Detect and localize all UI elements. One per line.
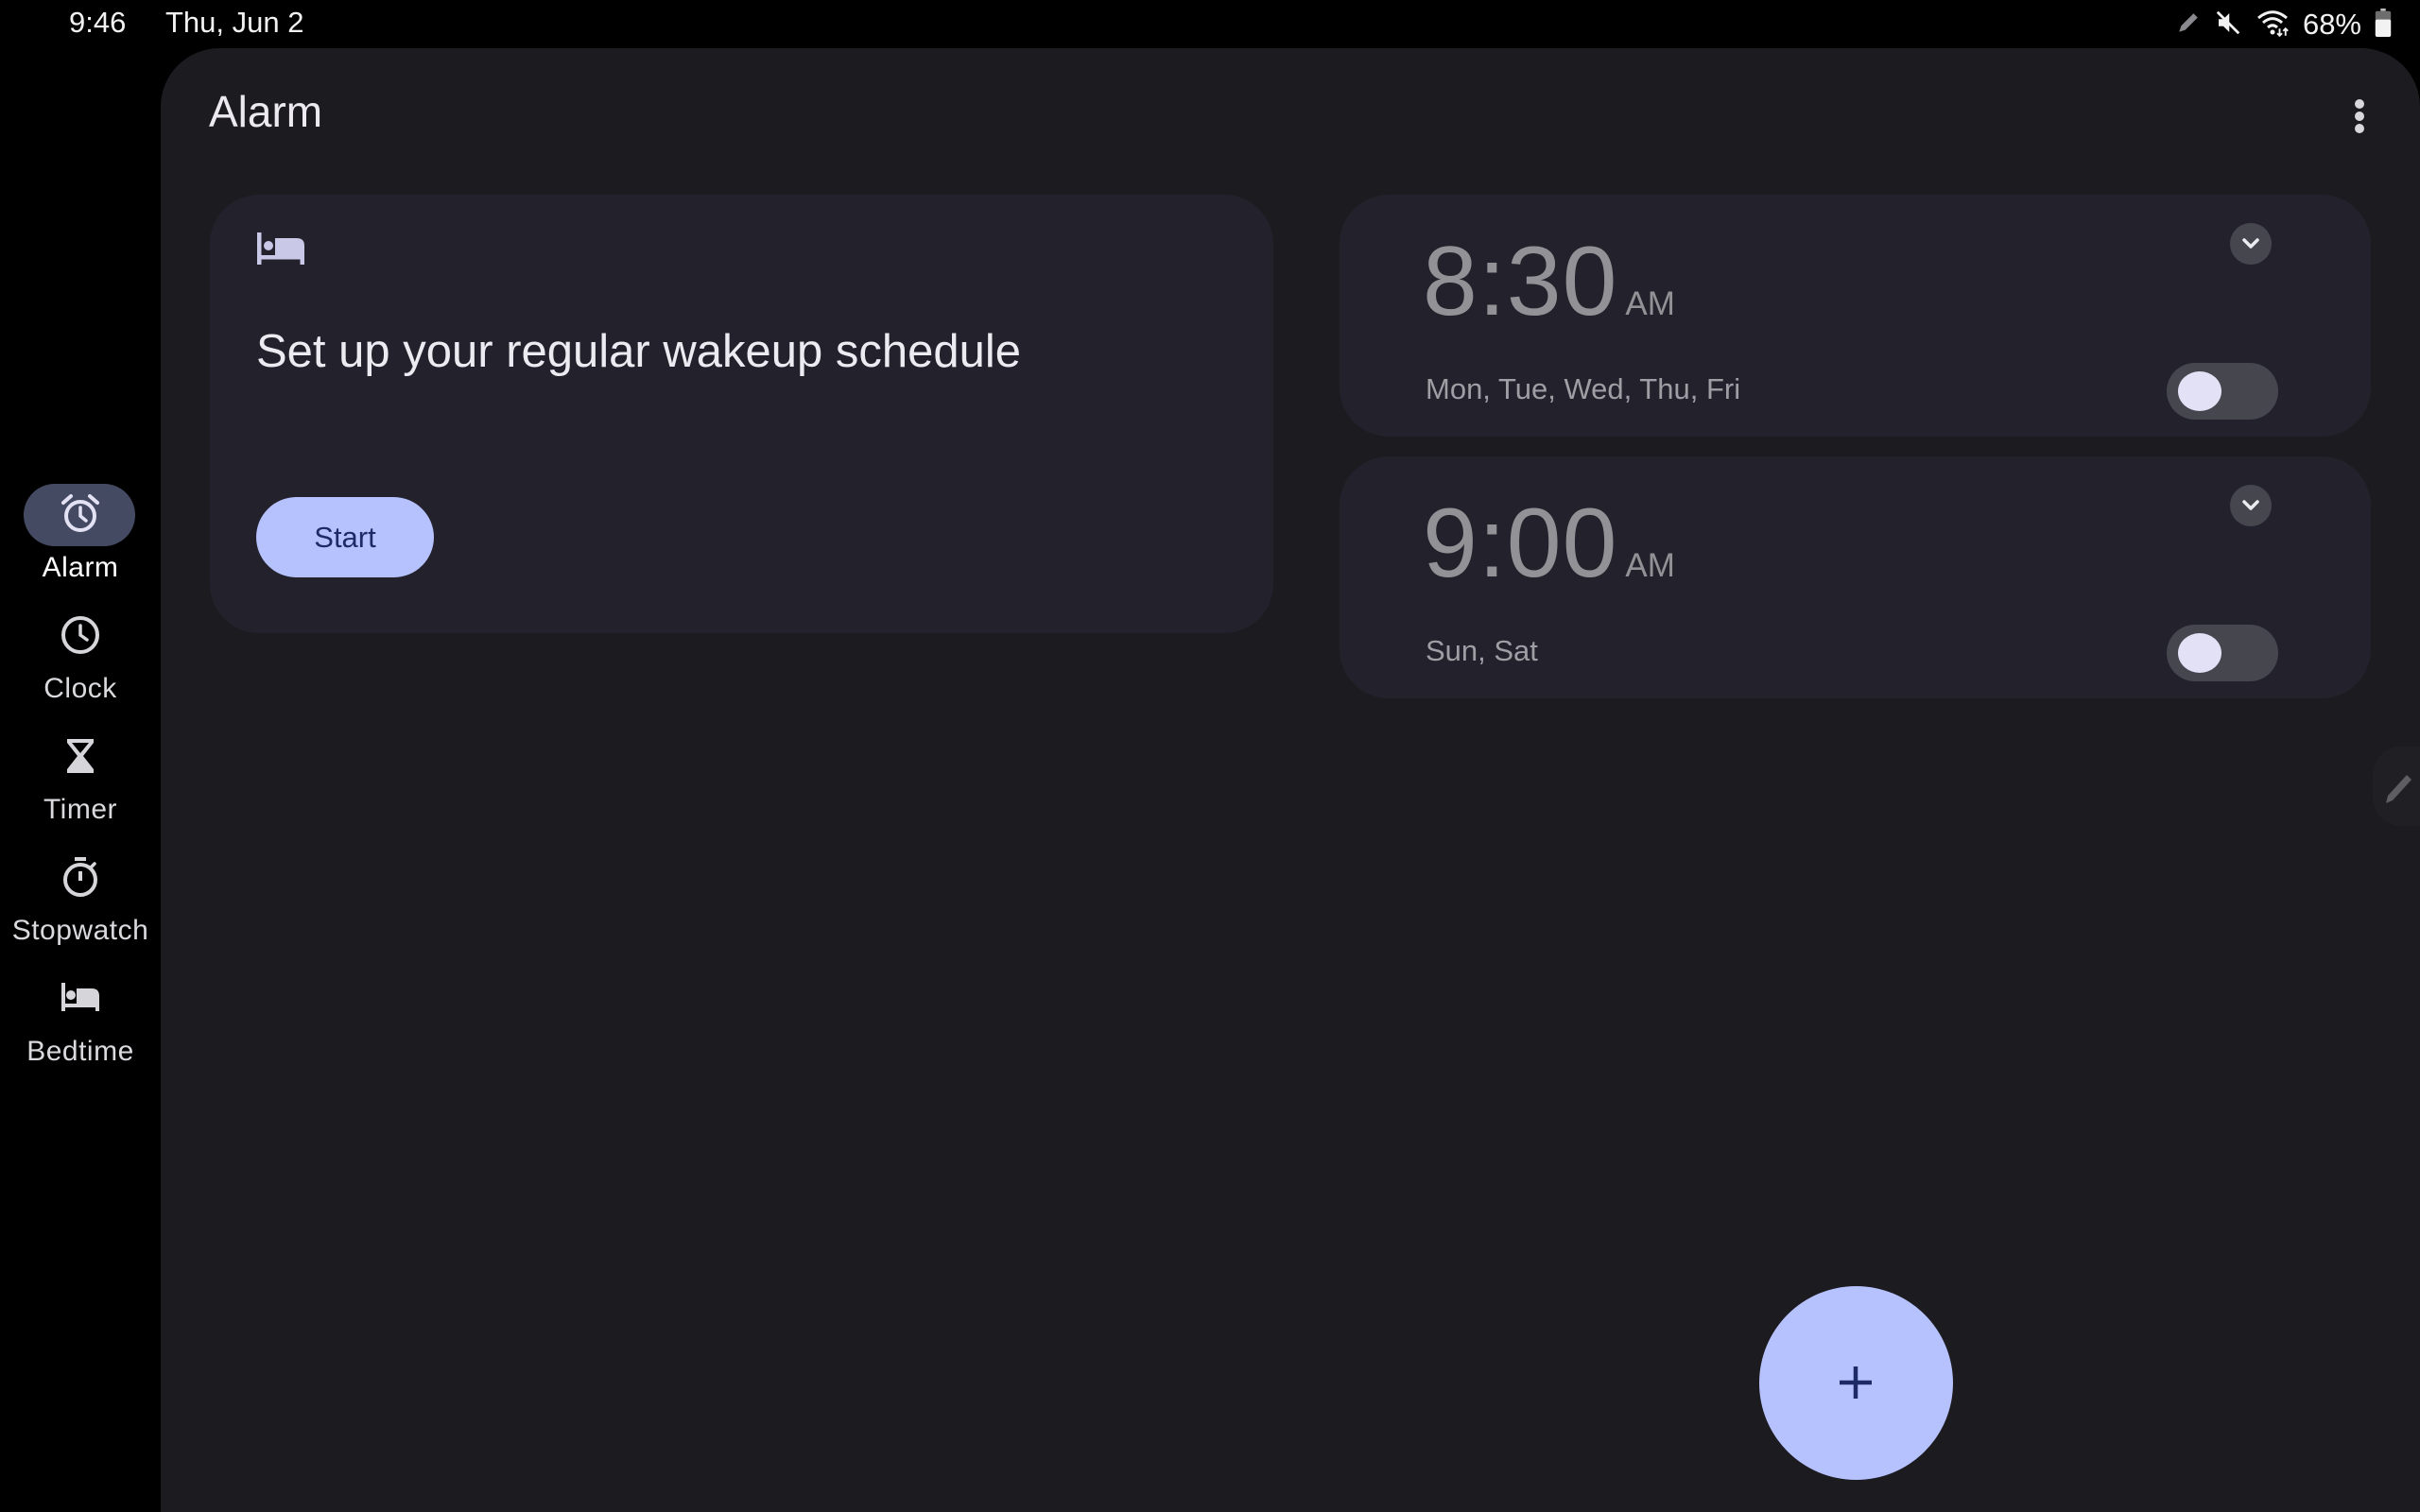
status-bar: 9:46 Thu, Jun 2 68% [0,0,2420,48]
toggle-thumb [2178,633,2221,673]
alarm-time-value: 9:00 [1423,489,1618,598]
alarm-period: AM [1625,547,1675,584]
alarm-clock-icon [61,494,99,532]
alarm-period: AM [1625,285,1675,322]
pen-icon [2386,775,2411,803]
alarm-time[interactable]: 9:00 AM [1423,494,1675,593]
alarm-toggle[interactable] [2167,363,2278,420]
add-icon [1840,1366,1872,1399]
status-date: Thu, Jun 2 [165,6,304,39]
more-options-button[interactable] [2341,90,2378,143]
hourglass-icon [67,739,94,773]
main-panel: Alarm Set up your regular wakeup schedul… [161,48,2420,1512]
add-alarm-button[interactable] [1759,1286,1953,1480]
chevron-down-icon [2242,500,2259,510]
navigation-rail: Alarm Clock Timer Stopwatch Bedtime [0,48,161,1512]
alarm-card[interactable]: 8:30 AM Mon, Tue, Wed, Thu, Fri [1340,195,2371,437]
alarm-days: Sun, Sat [1426,634,1538,667]
nav-label: Clock [43,673,117,704]
nav-label: Stopwatch [11,915,149,946]
battery-icon [2375,8,2392,42]
bed-icon [61,983,99,1011]
nav-item-alarm[interactable]: Alarm [0,484,161,597]
more-vert-dot [2355,112,2364,121]
alarm-time[interactable]: 8:30 AM [1423,232,1675,331]
bedtime-setup-text: Set up your regular wakeup schedule [256,326,1022,377]
nav-label: Timer [43,794,118,825]
alarm-days: Mon, Tue, Wed, Thu, Fri [1426,372,1741,405]
clock-icon [61,616,99,654]
bed-icon [257,232,304,265]
more-vert-dot [2355,124,2364,133]
alarm-toggle[interactable] [2167,625,2278,681]
bedtime-setup-card: Set up your regular wakeup schedule Star… [210,195,1273,633]
nav-item-clock[interactable]: Clock [0,605,161,718]
more-vert-icon [2355,99,2364,109]
start-button[interactable]: Start [256,497,434,577]
stopwatch-icon [63,857,97,897]
alarm-card[interactable]: 9:00 AM Sun, Sat [1340,456,2371,698]
nav-label: Alarm [42,552,119,583]
toggle-thumb [2178,371,2221,411]
stylus-handle[interactable] [2373,747,2420,826]
status-icons: 68% [2176,6,2392,43]
battery-percent: 68% [2302,8,2361,41]
nav-item-timer[interactable]: Timer [0,726,161,839]
page-title: Alarm [209,87,323,136]
mute-icon [2214,9,2242,42]
expand-button[interactable] [2230,485,2272,526]
alarm-time-value: 8:30 [1423,227,1618,336]
chevron-down-icon [2242,238,2259,249]
pen-icon [2176,10,2201,40]
nav-item-bedtime[interactable]: Bedtime [0,968,161,1081]
wifi-icon [2256,9,2290,42]
nav-item-stopwatch[interactable]: Stopwatch [0,847,161,960]
nav-label: Bedtime [26,1036,134,1067]
status-time: 9:46 [69,6,127,39]
expand-button[interactable] [2230,223,2272,265]
